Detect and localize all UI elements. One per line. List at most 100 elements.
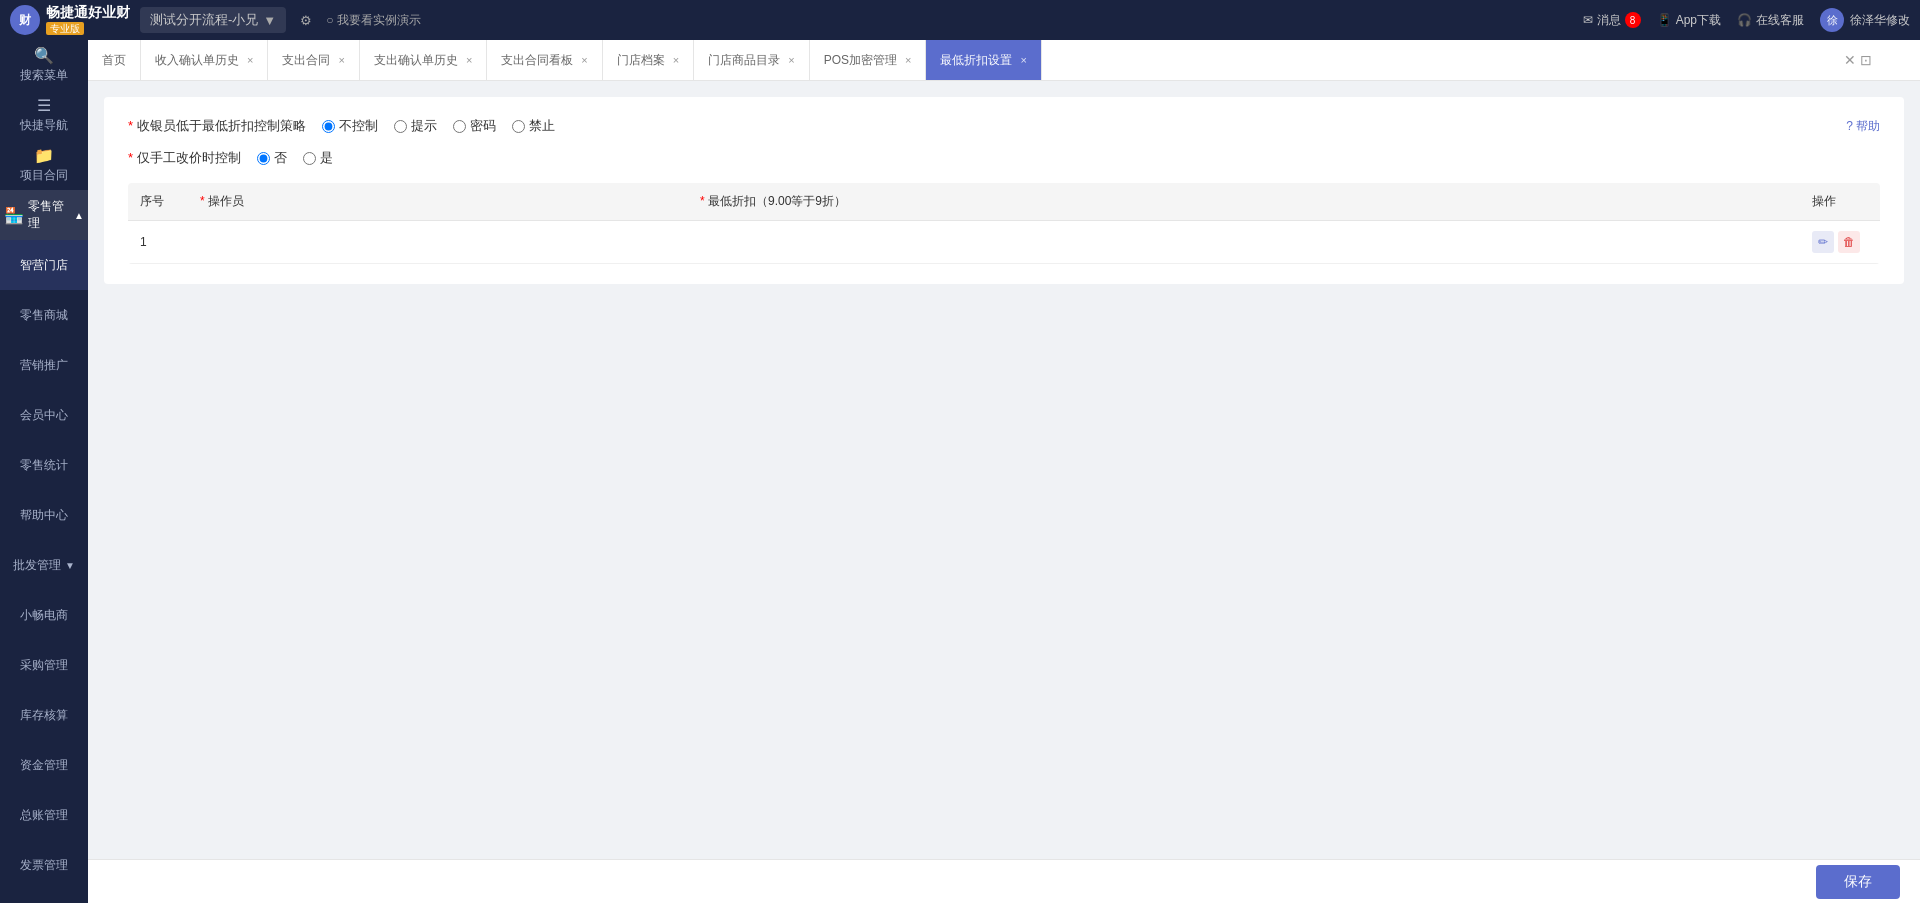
app-download-button[interactable]: 📱 App下载 [1657,12,1721,29]
dropdown-arrow-icon: ▼ [263,13,276,28]
sidebar-item-wholesale[interactable]: 批发管理 ▼ [0,540,88,590]
close-tab-icon[interactable]: × [581,54,587,66]
sidebar-item-smart-store[interactable]: 智营门店 [0,240,88,290]
headset-icon: 🎧 [1737,13,1752,27]
form-card: * 收银员低于最低折扣控制策略 不控制 提示 密码 [104,97,1904,284]
tab-bar: 首页 收入确认单历史 × 支出合同 × 支出确认单历史 × 支出合同看板 × 门… [88,40,1920,81]
folder-icon: 📁 [34,146,54,165]
discount-table: 序号 * 操作员 * 最低折扣（9.00等于9折） 操作 [128,183,1880,264]
menu-icon: ☰ [37,96,51,115]
manual-price-row: * 仅手工改价时控制 否 是 [128,149,1880,167]
sidebar-item-label: 发票管理 [20,857,68,874]
store-icon: 🏪 [4,206,24,225]
radio-remind[interactable]: 提示 [394,117,437,135]
sidebar-item-ecommerce[interactable]: 小畅电商 [0,590,88,640]
tab-pos-security[interactable]: POS加密管理 × [810,40,927,80]
project-selector[interactable]: 测试分开流程-小兄 ▼ [140,7,286,33]
sidebar-item-shortcut[interactable]: ☰ 快捷导航 [0,90,88,140]
row-operator [188,221,688,264]
row-actions: ✏ 🗑 [1800,221,1880,264]
row-num: 1 [128,221,188,264]
tab-store-file[interactable]: 门店档案 × [603,40,694,80]
sidebar-item-label: 零售统计 [20,457,68,474]
action-buttons: ✏ 🗑 [1812,231,1868,253]
tab-home[interactable]: 首页 [88,40,141,80]
logo-area: 财 畅捷通好业财 专业版 [10,4,130,35]
close-tab-icon[interactable]: × [673,54,679,66]
radio-password[interactable]: 密码 [453,117,496,135]
page-content: * 收银员低于最低折扣控制策略 不控制 提示 密码 [88,81,1920,859]
sidebar-item-marketing[interactable]: 营销推广 [0,340,88,390]
chevron-down-icon: ▼ [65,560,75,571]
sidebar-item-label: 库存核算 [20,707,68,724]
sidebar-item-label: 资金管理 [20,757,68,774]
sidebar-item-member[interactable]: 会员中心 [0,390,88,440]
tab-expense-contract[interactable]: 支出合同 × [268,40,359,80]
user-area[interactable]: 徐 徐泽华修改 [1820,8,1910,32]
bottom-bar: 保存 [88,859,1920,903]
close-tab-icon[interactable]: × [788,54,794,66]
close-tab-icon[interactable]: × [1020,54,1026,66]
expand-tabs-icon[interactable]: ⊡ [1860,52,1872,68]
table-row: 1 ✏ 🗑 [128,221,1880,264]
edit-button[interactable]: ✏ [1812,231,1834,253]
top-bar: 财 畅捷通好业财 专业版 测试分开流程-小兄 ▼ ⚙ ○ 我要看实例演示 ✉ 消… [0,0,1920,40]
sidebar-item-search[interactable]: 🔍 搜索菜单 [0,40,88,90]
radio-forbid[interactable]: 禁止 [512,117,555,135]
radio-no[interactable]: 否 [257,149,287,167]
sidebar-item-help-center[interactable]: 帮助中心 [0,490,88,540]
discount-strategy-row: * 收银员低于最低折扣控制策略 不控制 提示 密码 [128,117,1880,135]
close-tab-icon[interactable]: × [338,54,344,66]
sidebar-item-label: 采购管理 [20,657,68,674]
tab-min-discount[interactable]: 最低折扣设置 × [926,40,1041,80]
tab-expense-board[interactable]: 支出合同看板 × [487,40,602,80]
settings-icon[interactable]: ⚙ [296,9,316,32]
col-header-discount: * 最低折扣（9.00等于9折） [688,183,1800,221]
sidebar-item-label: 项目合同 [20,167,68,184]
customer-service-button[interactable]: 🎧 在线客服 [1737,12,1804,29]
sidebar-item-label: 会员中心 [20,407,68,424]
sidebar-item-project[interactable]: 📁 项目合同 [0,140,88,190]
logo-text: 畅捷通好业财 专业版 [46,4,130,35]
help-button[interactable]: ? 帮助 [1846,118,1880,135]
sidebar-item-label: 营销推广 [20,357,68,374]
sidebar-item-label: 快捷导航 [20,117,68,134]
manual-price-label: * 仅手工改价时控制 [128,149,241,167]
sidebar-item-label: 批发管理 [13,557,61,574]
sidebar: 🔍 搜索菜单 ☰ 快捷导航 📁 项目合同 🏪 零售管理 ▲ 智营门店 零售商城 … [0,40,88,903]
sidebar-item-retail-stats[interactable]: 零售统计 [0,440,88,490]
save-button[interactable]: 保存 [1816,865,1900,899]
sidebar-item-purchase[interactable]: 采购管理 [0,640,88,690]
tab-income-history[interactable]: 收入确认单历史 × [141,40,268,80]
demo-link[interactable]: ○ 我要看实例演示 [326,12,421,29]
delete-button[interactable]: 🗑 [1838,231,1860,253]
close-tab-icon[interactable]: × [466,54,472,66]
logo-icon: 财 [10,5,40,35]
message-button[interactable]: ✉ 消息 8 [1583,12,1641,29]
radio-yes[interactable]: 是 [303,149,333,167]
sidebar-item-finance[interactable]: 资金管理 [0,740,88,790]
sidebar-item-label: 智营门店 [20,257,68,274]
close-all-tabs-icon[interactable]: ✕ [1844,52,1856,68]
download-icon: 📱 [1657,13,1672,27]
chevron-up-icon: ▲ [74,210,84,221]
close-tab-icon[interactable]: × [905,54,911,66]
radio-no-control[interactable]: 不控制 [322,117,378,135]
sidebar-item-tax[interactable]: 税务管理 [0,890,88,903]
required-star: * [700,194,705,208]
row-discount [688,221,1800,264]
sidebar-item-inventory[interactable]: 库存核算 [0,690,88,740]
sidebar-item-retail[interactable]: 🏪 零售管理 ▲ [0,190,88,240]
sidebar-item-label: 零售管理 [28,198,70,232]
required-star: * [128,118,133,133]
question-icon: ? [1846,119,1853,133]
sidebar-item-ledger[interactable]: 总账管理 [0,790,88,840]
tab-expense-history[interactable]: 支出确认单历史 × [360,40,487,80]
col-header-num: 序号 [128,183,188,221]
close-tab-icon[interactable]: × [247,54,253,66]
tab-store-catalog[interactable]: 门店商品目录 × [694,40,809,80]
col-header-operator: * 操作员 [188,183,688,221]
avatar: 徐 [1820,8,1844,32]
sidebar-item-invoice[interactable]: 发票管理 [0,840,88,890]
sidebar-item-retail-mall[interactable]: 零售商城 [0,290,88,340]
